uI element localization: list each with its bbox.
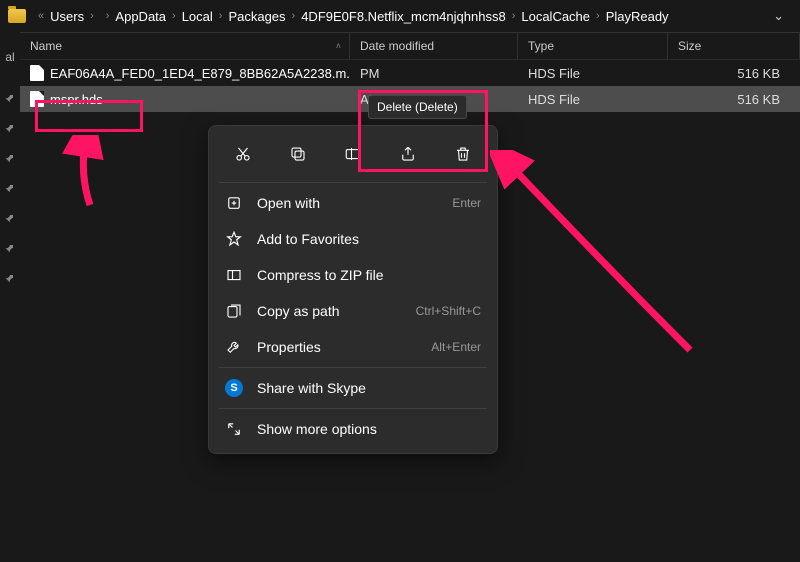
chevron-right-icon: › [292, 10, 296, 22]
file-name: mspr.hds [50, 92, 103, 107]
sidebar-label: al [5, 50, 14, 64]
menu-compress-zip[interactable]: Compress to ZIP file [215, 257, 491, 293]
column-size[interactable]: Size [668, 33, 800, 59]
copy-button[interactable] [278, 136, 318, 172]
chevron-left-icon: « [38, 10, 44, 22]
file-icon [30, 65, 44, 81]
chevron-down-icon[interactable]: ⌄ [765, 4, 792, 28]
column-size-label: Size [678, 39, 701, 53]
column-headers[interactable]: Name ˄ Date modified Type Size [20, 32, 800, 60]
column-date-label: Date modified [360, 39, 434, 53]
column-name-label: Name [30, 39, 62, 53]
file-type: HDS File [518, 92, 668, 107]
pin-icon [2, 180, 19, 197]
menu-label: Properties [257, 339, 417, 355]
folder-icon [8, 9, 26, 23]
menu-show-more[interactable]: Show more options [215, 411, 491, 447]
open-with-icon [225, 194, 243, 212]
tooltip-delete: Delete (Delete) [368, 95, 467, 119]
skype-icon: S [225, 379, 243, 397]
column-type[interactable]: Type [518, 33, 668, 59]
menu-share-skype[interactable]: S Share with Skype [215, 370, 491, 406]
pin-icon [2, 240, 19, 257]
wrench-icon [225, 338, 243, 356]
pin-icon [2, 270, 19, 287]
breadcrumb-item[interactable]: Packages [228, 9, 285, 24]
pin-icon [2, 150, 19, 167]
file-row[interactable]: EAF06A4A_FED0_1ED4_E879_8BB62A5A2238.m..… [20, 60, 800, 86]
file-size: 516 KB [668, 92, 800, 107]
chevron-right-icon: › [596, 10, 600, 22]
menu-label: Copy as path [257, 303, 402, 319]
menu-copy-path[interactable]: Copy as path Ctrl+Shift+C [215, 293, 491, 329]
star-icon [225, 230, 243, 248]
menu-label: Add to Favorites [257, 231, 481, 247]
breadcrumb-item[interactable]: Users [50, 9, 84, 24]
chevron-right-icon: › [172, 10, 176, 22]
chevron-right-icon: › [90, 10, 94, 22]
column-date[interactable]: Date modified [350, 33, 518, 59]
menu-properties[interactable]: Properties Alt+Enter [215, 329, 491, 365]
copy-path-icon [225, 302, 243, 320]
separator [219, 408, 487, 409]
file-type: HDS File [518, 66, 668, 81]
menu-open-with[interactable]: Open with Enter [215, 185, 491, 221]
menu-label: Open with [257, 195, 438, 211]
chevron-right-icon: › [512, 10, 516, 22]
menu-label: Compress to ZIP file [257, 267, 481, 283]
menu-add-favorites[interactable]: Add to Favorites [215, 221, 491, 257]
file-name: EAF06A4A_FED0_1ED4_E879_8BB62A5A2238.m..… [50, 66, 350, 81]
chevron-right-icon: › [219, 10, 223, 22]
pin-icon [2, 120, 19, 137]
column-type-label: Type [528, 39, 554, 53]
share-button[interactable] [388, 136, 428, 172]
separator [219, 182, 487, 183]
pin-icon [2, 210, 19, 227]
sort-asc-icon: ˄ [336, 41, 341, 51]
breadcrumb-item[interactable]: LocalCache [521, 9, 590, 24]
file-icon [30, 91, 44, 107]
pin-icon [2, 90, 19, 107]
breadcrumb-item[interactable]: 4DF9E0F8.Netflix_mcm4njqhnhss8 [301, 9, 505, 24]
delete-button[interactable] [443, 136, 483, 172]
menu-hint: Enter [452, 196, 481, 210]
breadcrumb-item[interactable]: Local [182, 9, 213, 24]
cut-button[interactable] [223, 136, 263, 172]
rename-button[interactable] [333, 136, 373, 172]
breadcrumb-bar[interactable]: « Users › › AppData › Local › Packages ›… [0, 0, 800, 32]
menu-hint: Ctrl+Shift+C [416, 304, 481, 318]
context-menu: Open with Enter Add to Favorites Compres… [208, 125, 498, 454]
breadcrumb-item[interactable]: PlayReady [606, 9, 669, 24]
file-size: 516 KB [668, 66, 800, 81]
chevron-right-icon: › [106, 10, 110, 22]
menu-label: Share with Skype [257, 380, 481, 396]
sidebar: al [0, 32, 20, 562]
menu-hint: Alt+Enter [431, 340, 481, 354]
column-name[interactable]: Name ˄ [20, 33, 350, 59]
separator [219, 367, 487, 368]
zip-icon [225, 266, 243, 284]
menu-label: Show more options [257, 421, 481, 437]
expand-icon [225, 420, 243, 438]
file-date: PM [350, 66, 518, 81]
breadcrumb-item[interactable]: AppData [115, 9, 166, 24]
